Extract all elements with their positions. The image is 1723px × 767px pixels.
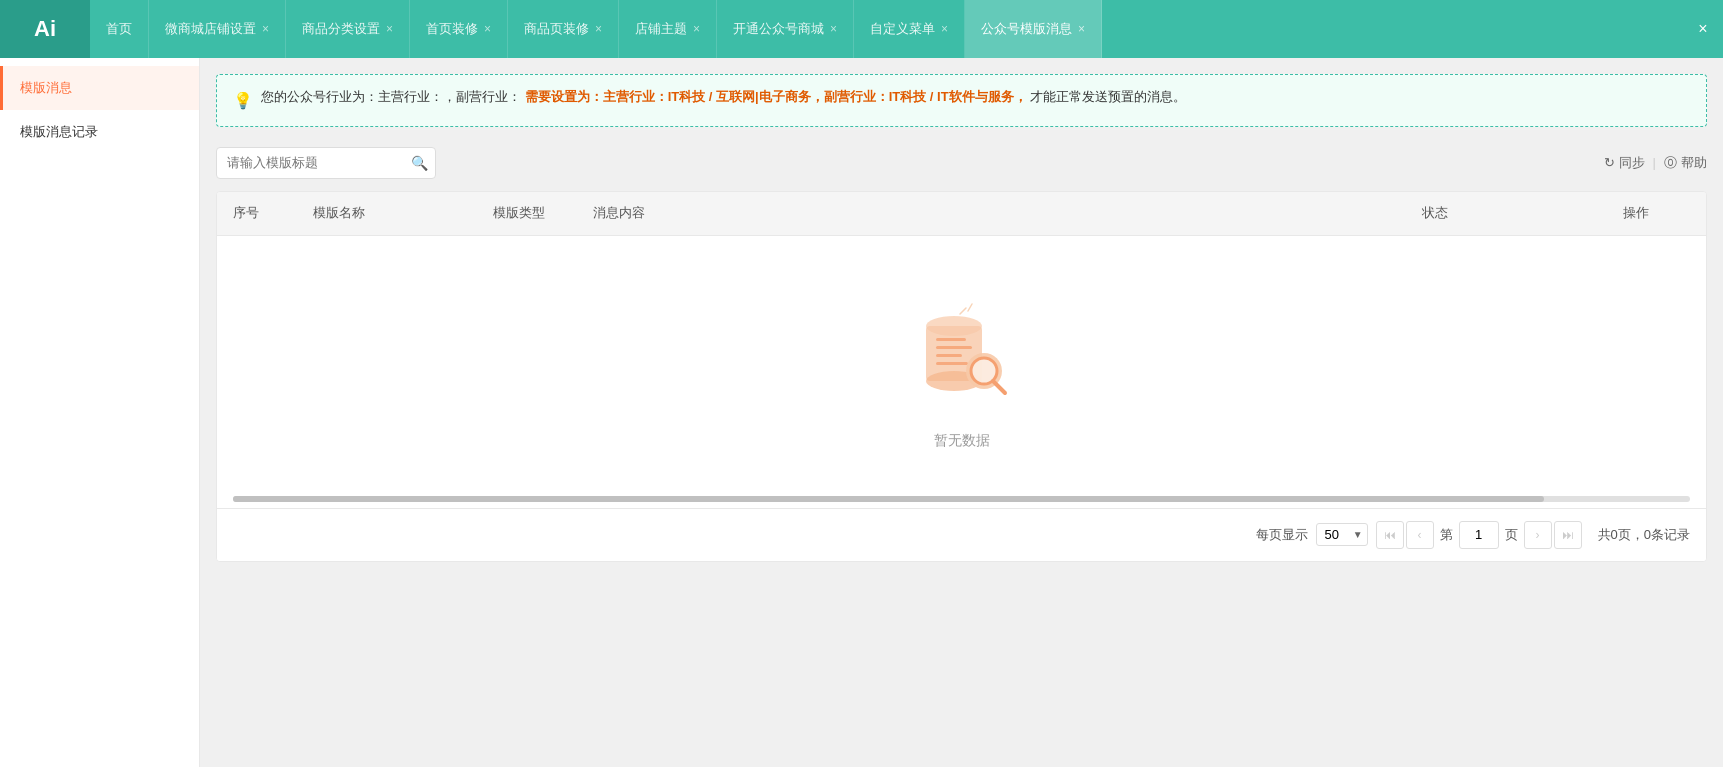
- nav-tab-3[interactable]: 首页装修 ×: [410, 0, 508, 58]
- col-content: 消息内容: [577, 204, 1406, 222]
- alert-text: 您的公众号行业为：主营行业：，副营行业： 需要设置为：主营行业：IT科技 / 互…: [261, 87, 1690, 108]
- page-label-suffix: 页: [1505, 526, 1518, 544]
- sidebar: 模版消息模版消息记录: [0, 58, 200, 767]
- col-action: 操作: [1566, 204, 1706, 222]
- nav-tab-close-icon[interactable]: ×: [830, 22, 837, 36]
- prev-page-button[interactable]: ‹: [1406, 521, 1434, 549]
- nav-tab-close-icon[interactable]: ×: [941, 22, 948, 36]
- last-page-button[interactable]: ⏭: [1554, 521, 1582, 549]
- nav-tab-0[interactable]: 首页: [90, 0, 149, 58]
- nav-tab-label: 商品页装修: [524, 20, 589, 38]
- search-right: ↻ 同步 | ⓪ 帮助: [1604, 154, 1707, 172]
- nav-tabs: 首页微商城店铺设置×商品分类设置×首页装修×商品页装修×店铺主题×开通公众号商城…: [90, 0, 1683, 58]
- close-all-button[interactable]: ×: [1683, 0, 1723, 58]
- search-left: 🔍: [216, 147, 436, 179]
- scroll-bar-wrap: [217, 490, 1706, 508]
- data-table: 序号 模版名称 模版类型 消息内容 状态 操作: [216, 191, 1707, 562]
- scroll-bar: [233, 496, 1690, 502]
- svg-rect-3: [936, 338, 966, 341]
- page-size-select[interactable]: 50 10 20 100: [1316, 523, 1368, 546]
- search-button[interactable]: 🔍: [411, 155, 428, 171]
- scroll-thumb[interactable]: [233, 496, 1544, 502]
- help-icon: ⓪: [1664, 154, 1677, 172]
- top-nav: Ai 首页微商城店铺设置×商品分类设置×首页装修×商品页装修×店铺主题×开通公众…: [0, 0, 1723, 58]
- alert-prefix: 您的公众号行业为：主营行业：，副营行业：: [261, 89, 521, 104]
- nav-tab-label: 开通公众号商城: [733, 20, 824, 38]
- svg-rect-4: [936, 346, 972, 349]
- col-seq: 序号: [217, 204, 297, 222]
- nav-tab-label: 首页装修: [426, 20, 478, 38]
- nav-tab-close-icon[interactable]: ×: [262, 22, 269, 36]
- pagination-summary: 共0页，0条记录: [1598, 526, 1690, 544]
- next-page-button[interactable]: ›: [1524, 521, 1552, 549]
- nav-tab-label: 公众号模版消息: [981, 20, 1072, 38]
- col-name: 模版名称: [297, 204, 477, 222]
- nav-tab-close-icon[interactable]: ×: [595, 22, 602, 36]
- help-button[interactable]: ⓪ 帮助: [1664, 154, 1707, 172]
- nav-tab-label: 自定义菜单: [870, 20, 935, 38]
- nav-tab-close-icon[interactable]: ×: [484, 22, 491, 36]
- sidebar-item-1[interactable]: 模版消息记录: [0, 110, 199, 154]
- logo: Ai: [0, 0, 90, 58]
- search-input-wrap: 🔍: [216, 147, 436, 179]
- logo-text: Ai: [34, 16, 56, 42]
- sidebar-item-0[interactable]: 模版消息: [0, 66, 199, 110]
- col-status: 状态: [1406, 204, 1566, 222]
- table-header: 序号 模版名称 模版类型 消息内容 状态 操作: [217, 192, 1706, 236]
- nav-tab-5[interactable]: 店铺主题 ×: [619, 0, 717, 58]
- sync-icon: ↻: [1604, 155, 1615, 170]
- empty-state: 暂无数据: [217, 236, 1706, 490]
- main-layout: 模版消息模版消息记录 💡 您的公众号行业为：主营行业：，副营行业： 需要设置为：…: [0, 58, 1723, 767]
- page-size-select-wrap: 50 10 20 100 ▼: [1316, 523, 1368, 546]
- sync-button[interactable]: ↻ 同步: [1604, 154, 1645, 172]
- nav-tab-label: 商品分类设置: [302, 20, 380, 38]
- alert-highlight: 需要设置为：主营行业：IT科技 / 互联网|电子商务，副营行业：IT科技 / I…: [525, 89, 1027, 104]
- page-label-prefix: 第: [1440, 526, 1453, 544]
- nav-tab-label: 微商城店铺设置: [165, 20, 256, 38]
- nav-tab-close-icon[interactable]: ×: [1078, 22, 1085, 36]
- alert-suffix: 才能正常发送预置的消息。: [1030, 89, 1186, 104]
- nav-tab-close-icon[interactable]: ×: [693, 22, 700, 36]
- help-label: 帮助: [1681, 154, 1707, 172]
- empty-illustration: [902, 296, 1022, 416]
- alert-icon: 💡: [233, 88, 253, 114]
- nav-tab-label: 首页: [106, 20, 132, 38]
- divider: |: [1653, 155, 1656, 170]
- nav-tab-1[interactable]: 微商城店铺设置 ×: [149, 0, 286, 58]
- col-type: 模版类型: [477, 204, 577, 222]
- nav-tab-8[interactable]: 公众号模版消息 ×: [965, 0, 1102, 58]
- page-size-label: 每页显示: [1256, 526, 1308, 544]
- svg-line-11: [960, 308, 966, 314]
- nav-tab-label: 店铺主题: [635, 20, 687, 38]
- sync-label: 同步: [1619, 154, 1645, 172]
- svg-rect-6: [936, 362, 968, 365]
- page-nav: ⏮ ‹ 第 页 › ⏭: [1376, 521, 1582, 549]
- nav-tab-7[interactable]: 自定义菜单 ×: [854, 0, 965, 58]
- alert-banner: 💡 您的公众号行业为：主营行业：，副营行业： 需要设置为：主营行业：IT科技 /…: [216, 74, 1707, 127]
- content: 💡 您的公众号行业为：主营行业：，副营行业： 需要设置为：主营行业：IT科技 /…: [200, 58, 1723, 767]
- svg-rect-5: [936, 354, 962, 357]
- pagination-bar: 每页显示 50 10 20 100 ▼ ⏮ ‹ 第 页 ›: [217, 508, 1706, 561]
- empty-text: 暂无数据: [934, 432, 990, 450]
- nav-tab-close-icon[interactable]: ×: [386, 22, 393, 36]
- nav-tab-6[interactable]: 开通公众号商城 ×: [717, 0, 854, 58]
- nav-tab-2[interactable]: 商品分类设置 ×: [286, 0, 410, 58]
- search-bar: 🔍 ↻ 同步 | ⓪ 帮助: [216, 147, 1707, 179]
- svg-line-10: [993, 381, 1005, 393]
- page-number-input[interactable]: [1459, 521, 1499, 549]
- nav-tab-4[interactable]: 商品页装修 ×: [508, 0, 619, 58]
- search-input[interactable]: [216, 147, 436, 179]
- svg-line-12: [968, 304, 972, 311]
- first-page-button[interactable]: ⏮: [1376, 521, 1404, 549]
